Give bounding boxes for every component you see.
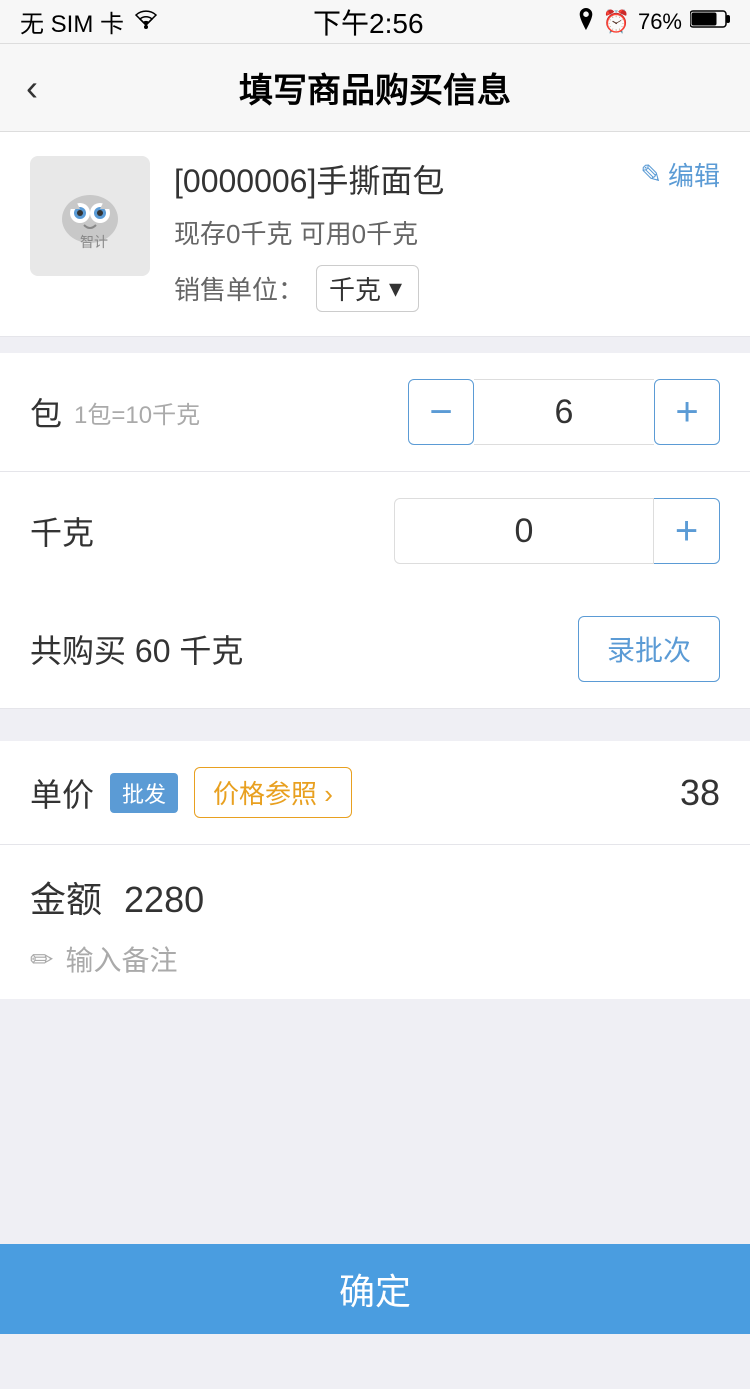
summary-text: 共购买 60 千克 xyxy=(30,626,243,672)
product-unit-row: 销售单位： 千克 ▾ xyxy=(174,265,720,312)
main-content: 智计 [0000006]手撕面包 现存0千克 可用0千克 销售单位： 千克 ▾ … xyxy=(0,132,750,1389)
kilogram-quantity-input[interactable] xyxy=(394,498,654,564)
confirm-button[interactable]: 确定 xyxy=(339,1263,411,1315)
input-section: 包 1包=10千克 − + 千克 + xyxy=(0,353,750,590)
package-decrement-button[interactable]: − xyxy=(408,379,474,445)
svg-text:智计: 智计 xyxy=(80,234,108,250)
note-row[interactable]: ✏ 输入备注 xyxy=(30,939,720,979)
product-image: 智计 xyxy=(30,156,150,276)
price-label: 单价 xyxy=(30,770,94,816)
back-button[interactable]: ‹ xyxy=(26,67,38,109)
status-time: 下午2:56 xyxy=(313,2,424,42)
package-row: 包 1包=10千克 − + xyxy=(0,353,750,472)
location-icon xyxy=(577,8,595,36)
edit-label: 编辑 xyxy=(668,156,720,193)
product-info: [0000006]手撕面包 现存0千克 可用0千克 销售单位： 千克 ▾ xyxy=(174,156,720,312)
separator-2 xyxy=(0,709,750,725)
product-stock: 现存0千克 可用0千克 xyxy=(174,214,720,251)
kilogram-label: 千克 xyxy=(30,508,94,554)
amount-label: 金额 xyxy=(30,879,102,920)
package-hint: 1包=10千克 xyxy=(74,395,408,430)
package-label: 包 xyxy=(30,389,62,435)
amount-row: 金额 2280 xyxy=(30,871,720,923)
separator-1 xyxy=(0,337,750,353)
price-ref-label: 价格参照 › xyxy=(213,774,333,811)
wifi-icon xyxy=(132,7,160,36)
confirm-bar[interactable]: 确定 xyxy=(0,1244,750,1334)
price-type-tag: 批发 xyxy=(110,773,178,813)
kilogram-row: 千克 + xyxy=(0,472,750,590)
package-increment-button[interactable]: + xyxy=(654,379,720,445)
package-quantity-control: − + xyxy=(408,379,720,445)
price-section: 单价 批发 价格参照 › 38 xyxy=(0,741,750,845)
sim-status: 无 SIM 卡 xyxy=(20,4,124,39)
edit-icon: ✎ xyxy=(640,159,662,190)
alarm-icon: ⏰ xyxy=(603,9,630,35)
edit-button[interactable]: ✎ 编辑 xyxy=(640,156,720,193)
product-section: 智计 [0000006]手撕面包 现存0千克 可用0千克 销售单位： 千克 ▾ … xyxy=(0,132,750,337)
note-placeholder: 输入备注 xyxy=(65,939,177,979)
pencil-icon: ✏ xyxy=(30,943,53,976)
amount-value: 2280 xyxy=(124,879,204,920)
status-right: ⏰ 76% xyxy=(577,8,730,36)
package-quantity-input[interactable] xyxy=(474,379,654,445)
price-value: 38 xyxy=(680,772,720,814)
price-reference-button[interactable]: 价格参照 › xyxy=(194,767,352,818)
kilogram-increment-button[interactable]: + xyxy=(654,498,720,564)
battery-text: 76% xyxy=(638,9,682,35)
summary-section: 共购买 60 千克 录批次 xyxy=(0,590,750,709)
chevron-down-icon: ▾ xyxy=(389,273,402,304)
unit-value: 千克 xyxy=(329,270,381,307)
kilogram-quantity-control: + xyxy=(394,498,720,564)
product-name: [0000006]手撕面包 xyxy=(174,156,720,202)
unit-selector[interactable]: 千克 ▾ xyxy=(316,265,419,312)
unit-label: 销售单位： xyxy=(174,270,304,307)
batch-button[interactable]: 录批次 xyxy=(578,616,720,682)
status-bar: 无 SIM 卡 下午2:56 ⏰ 76% xyxy=(0,0,750,44)
amount-section: 金额 2280 ✏ 输入备注 xyxy=(0,845,750,999)
owl-logo: 智计 xyxy=(50,181,130,251)
nav-bar: ‹ 填写商品购买信息 xyxy=(0,44,750,132)
status-left: 无 SIM 卡 xyxy=(20,4,160,39)
battery-icon xyxy=(690,9,730,35)
page-title: 填写商品购买信息 xyxy=(239,63,511,112)
